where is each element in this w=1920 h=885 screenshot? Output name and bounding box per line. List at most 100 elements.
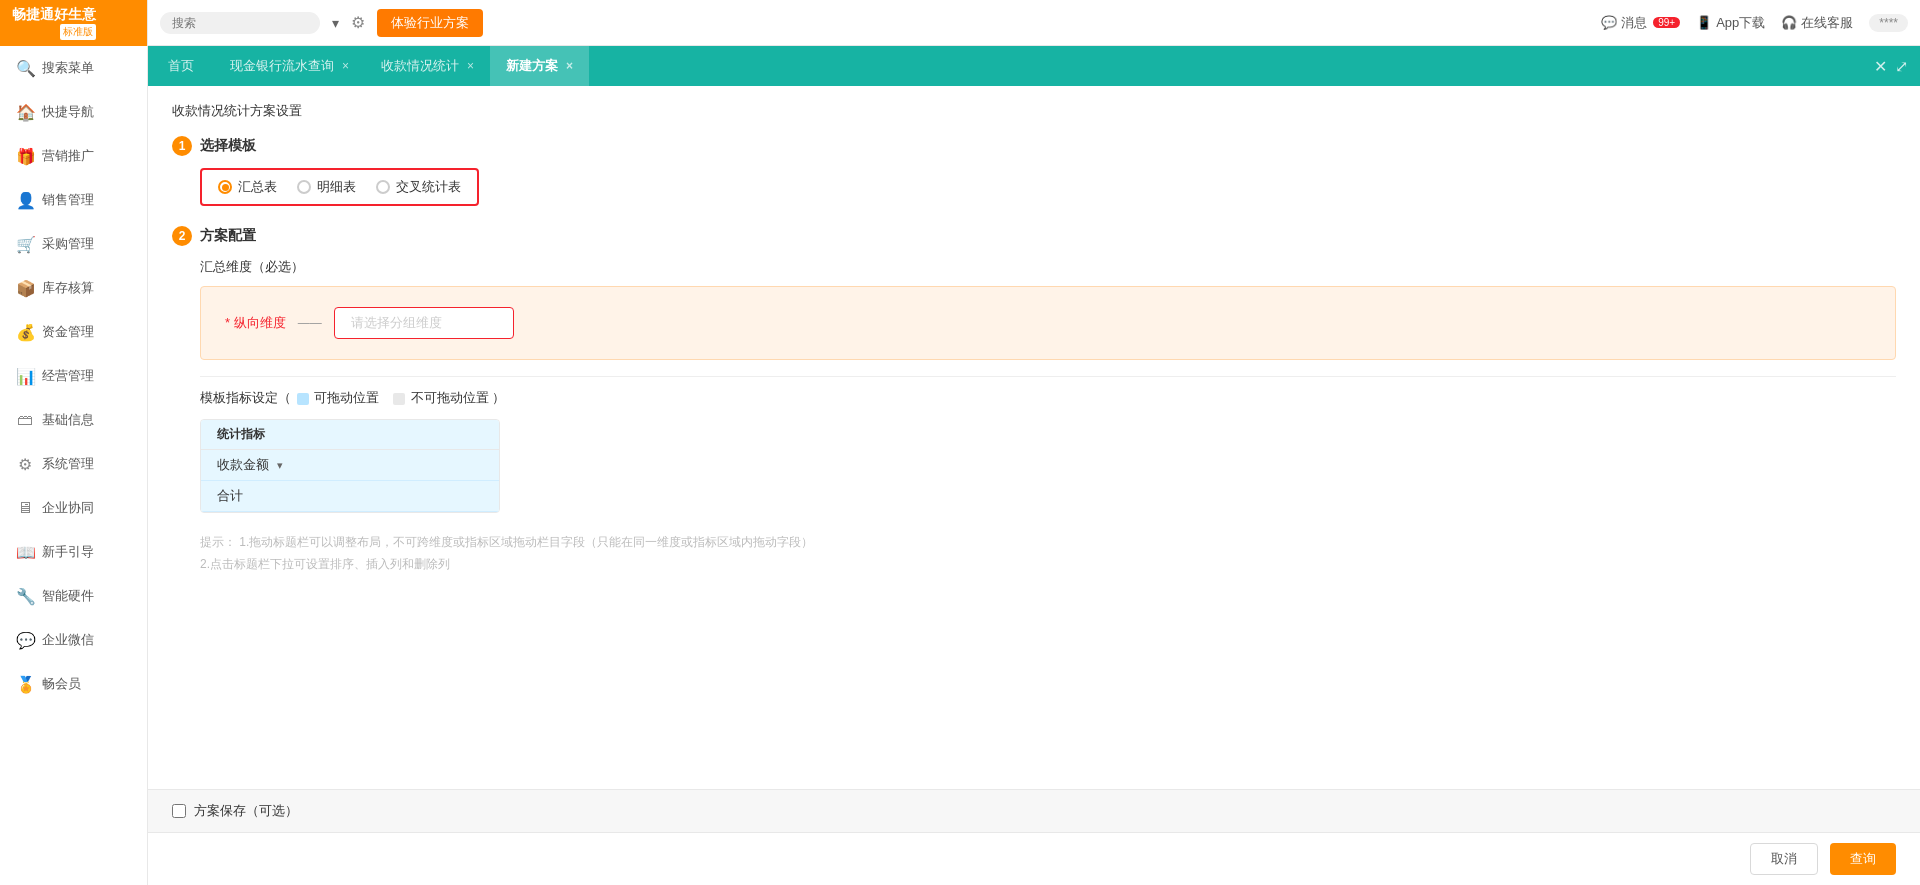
bottom-bar: 取消 查询 [148,832,1920,885]
tab-receipt-stats[interactable]: 收款情况统计 × [365,46,490,86]
radio-summary-label: 汇总表 [238,178,277,196]
page-header: 收款情况统计方案设置 [172,102,1896,120]
sidebar-item-finance[interactable]: 💰 资金管理 [0,310,147,354]
sidebar-item-label: 企业微信 [42,631,94,649]
sidebar-item-label: 搜索菜单 [42,59,94,77]
page-content: 收款情况统计方案设置 1 选择模板 汇总表 明细表 [148,86,1920,789]
online-service-label: 在线客服 [1801,14,1853,32]
box-icon: 📦 [16,279,34,298]
indicator-header: 模板指标设定（ 可拖动位置 不可拖动位置 ） [200,389,1896,407]
main-area: ▾ ⚙ 体验行业方案 💬 消息 99+ 📱 App下载 🎧 在线客服 **** … [148,0,1920,885]
search-input[interactable] [160,12,320,34]
sidebar-item-system[interactable]: ⚙ 系统管理 [0,442,147,486]
app-download-btn[interactable]: 📱 App下载 [1696,14,1765,32]
sidebar-item-collab[interactable]: 🖥 企业协同 [0,486,147,530]
online-service-btn[interactable]: 🎧 在线客服 [1781,14,1853,32]
section-config: 2 方案配置 汇总维度（必选） * 纵向维度 —— 请选择分组维度 [172,226,1896,575]
save-checkbox[interactable] [172,804,186,818]
tab-new-plan-label: 新建方案 [506,57,558,75]
tab-maximize-btn[interactable]: ⤢ [1895,57,1908,76]
sidebar-item-label: 库存核算 [42,279,94,297]
hint-2: 2.点击标题栏下拉可设置排序、插入列和删除列 [200,554,1896,576]
tab-receipt-stats-close[interactable]: × [467,59,474,73]
topbar: ▾ ⚙ 体验行业方案 💬 消息 99+ 📱 App下载 🎧 在线客服 **** [148,0,1920,46]
dimension-area: * 纵向维度 —— 请选择分组维度 [200,286,1896,360]
content-area: 收款情况统计方案设置 1 选择模板 汇总表 明细表 [148,86,1920,885]
search-icon: 🔍 [16,59,34,78]
indicator-cell-amount-label: 收款金额 [217,456,269,474]
section-2-label: 方案配置 [200,227,256,245]
section-1-title: 1 选择模板 [172,136,1896,156]
sidebar-nav: 🔍 搜索菜单 🏠 快捷导航 🎁 营销推广 👤 销售管理 🛒 采购管理 📦 库存核… [0,46,147,885]
tabbar-actions: ✕ ⤢ [1874,57,1920,76]
indicator-cell-amount[interactable]: 收款金额 ▾ [201,450,499,481]
message-btn[interactable]: 💬 消息 99+ [1601,14,1680,32]
chat-icon: 💬 [16,631,34,650]
tab-home-label: 首页 [168,57,194,75]
tab-bank-query-close[interactable]: × [342,59,349,73]
dimension-selector[interactable]: 请选择分组维度 [334,307,514,339]
config-box: 汇总维度（必选） * 纵向维度 —— 请选择分组维度 [200,258,1896,575]
indicator-cell-total: 合计 [201,481,499,512]
sidebar-item-guide[interactable]: 📖 新手引导 [0,530,147,574]
hint-area: 提示： 1.拖动标题栏可以调整布局，不可跨维度或指标区域拖动栏目字段（只能在同一… [200,532,1896,575]
industry-btn[interactable]: 体验行业方案 [377,9,483,37]
sidebar-item-label: 畅会员 [42,675,81,693]
radio-summary-circle [218,180,232,194]
topbar-dropdown-arrow[interactable]: ▾ [332,15,339,31]
tab-home[interactable]: 首页 [148,46,214,86]
draggable-legend-swatch [297,393,309,405]
sidebar-item-weixin[interactable]: 💬 企业微信 [0,618,147,662]
sidebar-item-purchase[interactable]: 🛒 采购管理 [0,222,147,266]
medal-icon: 🏅 [16,675,34,694]
tab-bank-query-label: 现金银行流水查询 [230,57,334,75]
radio-cross-label: 交叉统计表 [396,178,461,196]
topbar-gear-icon[interactable]: ⚙ [351,13,365,32]
dimension-placeholder: 请选择分组维度 [351,314,442,332]
sidebar-item-search[interactable]: 🔍 搜索菜单 [0,46,147,90]
cancel-button[interactable]: 取消 [1750,843,1818,875]
sidebar-item-marketing[interactable]: 🎁 营销推广 [0,134,147,178]
indicator-cell-total-label: 合计 [217,488,243,503]
book-icon: 📖 [16,543,34,562]
template-select-box: 汇总表 明细表 交叉统计表 [200,168,479,206]
tab-new-plan-close[interactable]: × [566,59,573,73]
vertical-label: * 纵向维度 [225,314,286,332]
dimension-row: * 纵向维度 —— 请选择分组维度 [225,307,1871,339]
cart-icon: 🛒 [16,235,34,254]
radio-summary[interactable]: 汇总表 [218,178,277,196]
section-2-title: 2 方案配置 [172,226,1896,246]
sidebar-item-hardware[interactable]: 🔧 智能硬件 [0,574,147,618]
query-button[interactable]: 查询 [1830,843,1896,875]
sidebar-item-basic-info[interactable]: 🗃 基础信息 [0,398,147,442]
radio-detail[interactable]: 明细表 [297,178,356,196]
save-label: 方案保存（可选） [194,802,298,820]
radio-cross[interactable]: 交叉统计表 [376,178,461,196]
section-1-num: 1 [172,136,192,156]
app-name: 畅捷通好生意 [12,6,96,23]
sidebar-item-quick-nav[interactable]: 🏠 快捷导航 [0,90,147,134]
message-label: 消息 [1621,14,1647,32]
indicator-table-header: 统计指标 [201,420,499,450]
sidebar-item-label: 企业协同 [42,499,94,517]
sidebar-item-label: 销售管理 [42,191,94,209]
hint-1: 提示： 1.拖动标题栏可以调整布局，不可跨维度或指标区域拖动栏目字段（只能在同一… [200,532,1896,554]
grid-icon: 🗃 [16,411,34,429]
sidebar-item-sales[interactable]: 👤 销售管理 [0,178,147,222]
sidebar-item-label: 资金管理 [42,323,94,341]
headset-icon: 🎧 [1781,15,1797,30]
download-icon: 📱 [1696,15,1712,30]
app-download-label: App下载 [1716,14,1765,32]
tabbar: 首页 现金银行流水查询 × 收款情况统计 × 新建方案 × ✕ ⤢ [148,46,1920,86]
user-name[interactable]: **** [1869,14,1908,32]
sidebar-item-operations[interactable]: 📊 经营管理 [0,354,147,398]
sidebar-item-label: 智能硬件 [42,587,94,605]
tab-close-btn[interactable]: ✕ [1874,57,1887,76]
sidebar-item-inventory[interactable]: 📦 库存核算 [0,266,147,310]
user-icon: 👤 [16,191,34,210]
sidebar-item-member[interactable]: 🏅 畅会员 [0,662,147,706]
tab-bank-query[interactable]: 现金银行流水查询 × [214,46,365,86]
tab-new-plan[interactable]: 新建方案 × [490,46,589,86]
fixed-legend-swatch [393,393,405,405]
sidebar-item-label: 新手引导 [42,543,94,561]
